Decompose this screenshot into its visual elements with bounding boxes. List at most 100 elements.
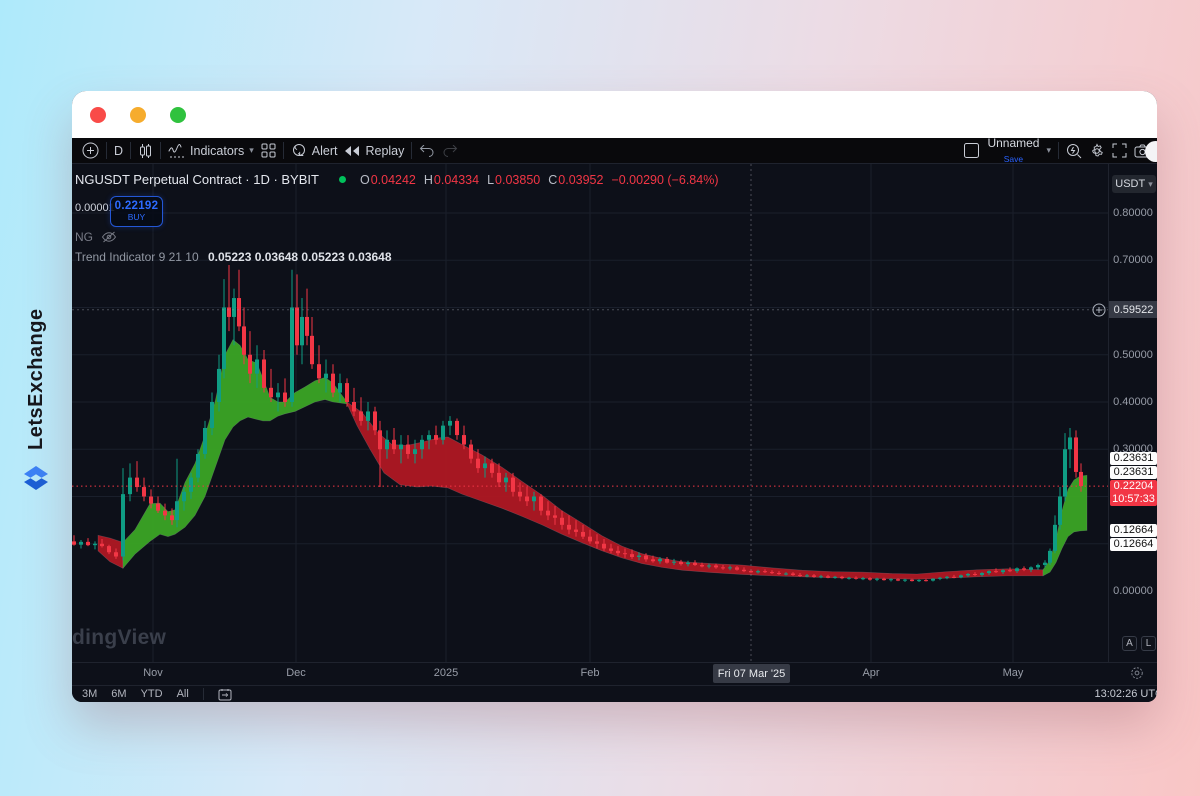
candle	[1058, 487, 1062, 530]
undo-button[interactable]	[419, 144, 435, 157]
minimize-window-button[interactable]	[130, 106, 146, 123]
settings-button[interactable]	[1089, 142, 1105, 159]
market-status-dot-icon	[338, 176, 346, 183]
ohlc-values: O0.04242 H0.04334 L0.03850 C0.03952 −0.00290…	[360, 173, 719, 187]
candle	[1063, 433, 1067, 502]
candle	[269, 368, 273, 402]
candle	[222, 279, 226, 379]
indicator-values: 0.05223 0.03648 0.05223 0.03648	[208, 250, 392, 264]
indicator-legend-row[interactable]: Trend Indicator 9 21 10 0.05223 0.03648 …	[75, 250, 392, 264]
symbol-plus-button[interactable]	[82, 142, 99, 159]
candle	[86, 538, 90, 547]
price-axis[interactable]: USDT ▾ A L 0.80000 0.70000 0.50000 0.40000 0…	[1108, 164, 1157, 662]
candle	[232, 288, 236, 346]
ohlc-value: L0.03850	[487, 172, 541, 187]
candle	[448, 416, 452, 436]
candles-icon	[140, 143, 152, 158]
price-tick-label: 0.50000	[1113, 348, 1153, 361]
go-to-date-calendar-icon[interactable]	[218, 688, 232, 701]
crosshair-price-tag: 0.59522	[1109, 301, 1157, 319]
save-layout-link[interactable]: Save	[1004, 155, 1023, 163]
hidden-series-row[interactable]: NG	[75, 230, 117, 244]
range-button-6m[interactable]: 6M	[111, 688, 126, 700]
candle	[305, 288, 309, 346]
candle	[237, 269, 241, 332]
browser-window: D Indicators ▾ Alert Replay Unnamed Save…	[72, 91, 1157, 702]
layout-chevron-down-icon[interactable]: ▾	[1046, 145, 1051, 156]
layout-select-button[interactable]	[963, 142, 980, 159]
candle	[1036, 563, 1040, 570]
symbol-title[interactable]: NGUSDT Perpetual Contract · 1D · BYBIT	[75, 172, 319, 187]
time-tick-label: Feb	[580, 667, 600, 679]
range-button-ytd[interactable]: YTD	[141, 688, 163, 700]
chart-pane[interactable]: NGUSDT Perpetual Contract · 1D · BYBIT O…	[72, 164, 1108, 662]
indicator-title: Trend Indicator	[75, 250, 156, 264]
candle	[455, 418, 459, 440]
alert-clock-icon	[292, 143, 305, 156]
eye-slash-icon[interactable]	[101, 231, 117, 243]
candle	[196, 449, 200, 483]
currency-selector[interactable]: USDT ▾	[1112, 175, 1156, 193]
user-avatar[interactable]	[1145, 141, 1157, 162]
candle	[1068, 427, 1072, 469]
hidden-series-label: NG	[75, 230, 93, 244]
interval-button[interactable]: D	[114, 144, 123, 158]
candle	[135, 461, 139, 492]
candle	[72, 535, 76, 546]
indicator-band-price-tag: 0.23631	[1110, 466, 1157, 479]
time-tick-label: 2025	[433, 667, 459, 679]
left-axis-price-label: 0.00001	[75, 202, 115, 214]
redo-icon	[443, 144, 458, 157]
price-tick-label: 0.80000	[1113, 207, 1153, 219]
letsexchange-branding: LetsExchange	[14, 292, 58, 494]
price-tick-label: 0.70000	[1113, 254, 1153, 267]
window-titlebar	[72, 91, 1157, 138]
ohlc-value: C0.03952	[548, 172, 604, 187]
candle	[310, 316, 314, 369]
currency-chevron-icon: ▾	[1148, 178, 1153, 189]
chart-style-button[interactable]	[138, 143, 153, 159]
candle	[917, 579, 921, 583]
buy-button[interactable]: 0.22192 BUY	[110, 196, 163, 227]
time-axis[interactable]: Fri 07 Mar '25 Nov Dec 2025 Feb Apr May	[72, 662, 1157, 684]
layout-grid-button[interactable]	[261, 143, 276, 158]
fullscreen-button[interactable]	[1112, 143, 1127, 158]
bottom-range-bar: 3M 6M YTD All 13:02:26 UTC	[72, 685, 1157, 702]
zoom-window-button[interactable]	[170, 106, 186, 123]
auto-scale-button[interactable]: A	[1122, 636, 1137, 651]
candle	[262, 350, 266, 393]
candle-countdown: 10:57:33	[1112, 493, 1155, 505]
time-tick-label: May	[1002, 667, 1024, 679]
indicators-button[interactable]: Indicators ▾	[168, 143, 254, 158]
plus-circle-icon	[82, 142, 99, 159]
close-window-button[interactable]	[90, 106, 106, 123]
candle	[203, 420, 207, 459]
crosshair-add-alert-plus-icon[interactable]	[1092, 303, 1106, 317]
candle	[79, 539, 83, 549]
range-buttons: 3M 6M YTD All	[82, 688, 189, 700]
log-scale-button[interactable]: L	[1141, 636, 1156, 651]
indicator-params: 9 21 10	[158, 250, 199, 264]
candle	[1048, 548, 1052, 566]
chevron-down-icon: ▾	[249, 145, 254, 155]
alert-button[interactable]: Alert	[291, 143, 337, 159]
layout-name-label: Unnamed	[987, 138, 1040, 151]
replay-button[interactable]: Replay	[344, 144, 404, 158]
range-button-all[interactable]: All	[177, 688, 189, 700]
layout-name-button[interactable]: Unnamed Save	[987, 138, 1040, 163]
layout-square-icon	[964, 143, 980, 158]
quick-search-button[interactable]	[1066, 143, 1082, 159]
candle	[290, 269, 294, 407]
redo-button[interactable]	[442, 144, 458, 157]
candle	[121, 468, 125, 561]
range-button-3m[interactable]: 3M	[82, 688, 97, 700]
chart-toolbar: D Indicators ▾ Alert Replay Unnamed Save…	[72, 138, 1157, 164]
axis-settings-gear-icon[interactable]	[1130, 666, 1144, 680]
fullscreen-icon	[1112, 143, 1127, 158]
candle	[1053, 515, 1057, 554]
session-clock[interactable]: 13:02:26 UTC	[1095, 688, 1157, 700]
time-tick-label: Dec	[286, 667, 306, 679]
candle	[331, 364, 335, 398]
candle	[317, 345, 321, 384]
candle	[1074, 430, 1078, 478]
